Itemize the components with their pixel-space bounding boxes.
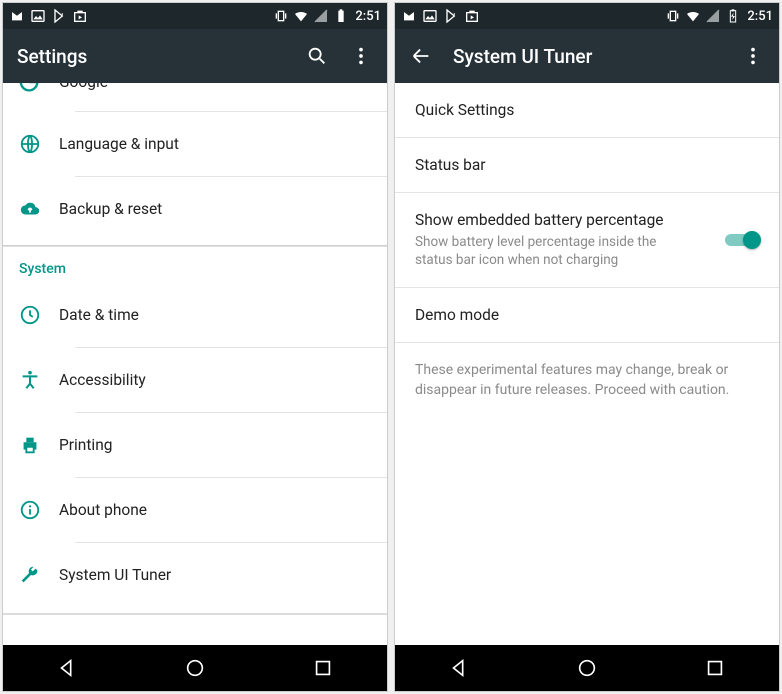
search-icon[interactable] [305,44,329,68]
status-bar: 2:51 [3,3,387,29]
settings-item-label: Google [59,83,108,91]
nav-bar [395,645,779,691]
settings-item-accessibility[interactable]: Accessibility [3,348,387,412]
gmail-icon [9,8,25,24]
clock-icon [19,304,59,326]
printer-icon [19,434,59,456]
settings-item-ui-tuner[interactable]: System UI Tuner [3,543,387,607]
nav-recent-icon[interactable] [702,655,728,681]
row-title: Show embedded battery percentage [415,211,725,229]
shop-icon [464,8,480,24]
settings-item-label: Backup & reset [59,200,371,218]
settings-item-label: Date & time [59,306,371,324]
settings-list: Google Language & input Backup & reset S… [3,83,387,645]
toggle-switch[interactable] [725,230,759,250]
image-icon [30,8,46,24]
nav-home-icon[interactable] [574,655,600,681]
row-status-bar[interactable]: Status bar [395,138,779,193]
no-sim-icon [313,8,329,24]
warning-footnote: These experimental features may change, … [395,343,779,418]
settings-item-printing[interactable]: Printing [3,413,387,477]
overflow-menu-icon[interactable] [741,44,765,68]
wrench-icon [19,564,59,586]
clock-text: 2:51 [747,9,773,24]
nav-home-icon[interactable] [182,655,208,681]
nav-recent-icon[interactable] [310,655,336,681]
row-title: Quick Settings [415,101,759,119]
clock-text: 2:51 [355,9,381,24]
shop-icon [72,8,88,24]
accessibility-icon [19,369,59,391]
gmail-icon [401,8,417,24]
tuner-list: Quick Settings Status bar Show embedded … [395,83,779,645]
settings-item-label: About phone [59,501,371,519]
playstore-icon [443,8,459,24]
row-subtitle: Show battery level percentage inside the… [415,233,725,269]
page-title: Settings [17,45,87,68]
row-demo-mode[interactable]: Demo mode [395,288,779,343]
app-bar: System UI Tuner [395,29,779,83]
wifi-icon [293,8,309,24]
settings-item-datetime[interactable]: Date & time [3,283,387,347]
row-quick-settings[interactable]: Quick Settings [395,83,779,138]
vibrate-icon [273,8,289,24]
nav-back-icon[interactable] [54,655,80,681]
section-header-system: System [3,247,387,283]
globe-icon [19,133,59,155]
settings-item-label: Language & input [59,135,371,153]
nav-bar [3,645,387,691]
back-arrow-icon[interactable] [409,44,433,68]
wifi-icon [685,8,701,24]
settings-item-backup[interactable]: Backup & reset [3,177,387,241]
vibrate-icon [665,8,681,24]
no-sim-icon [705,8,721,24]
battery-charging-icon [725,8,741,24]
settings-item-label: Accessibility [59,371,371,389]
status-bar: 2:51 [395,3,779,29]
settings-screen: 2:51 Settings Google Language & input Ba… [2,2,388,692]
nav-back-icon[interactable] [446,655,472,681]
playstore-icon [51,8,67,24]
row-title: Demo mode [415,306,759,324]
app-bar: Settings [3,29,387,83]
settings-item-language[interactable]: Language & input [3,112,387,176]
settings-item-about[interactable]: About phone [3,478,387,542]
page-title: System UI Tuner [453,45,592,68]
settings-item-label: System UI Tuner [59,566,371,584]
row-title: Status bar [415,156,759,174]
settings-item-google[interactable]: Google [3,83,387,111]
ui-tuner-screen: 2:51 System UI Tuner Quick Settings Stat… [394,2,780,692]
settings-item-label: Printing [59,436,371,454]
battery-icon [333,8,349,24]
cloud-upload-icon [19,198,59,220]
info-icon [19,499,59,521]
image-icon [422,8,438,24]
overflow-menu-icon[interactable] [349,44,373,68]
row-battery-percentage[interactable]: Show embedded battery percentage Show ba… [395,193,779,288]
